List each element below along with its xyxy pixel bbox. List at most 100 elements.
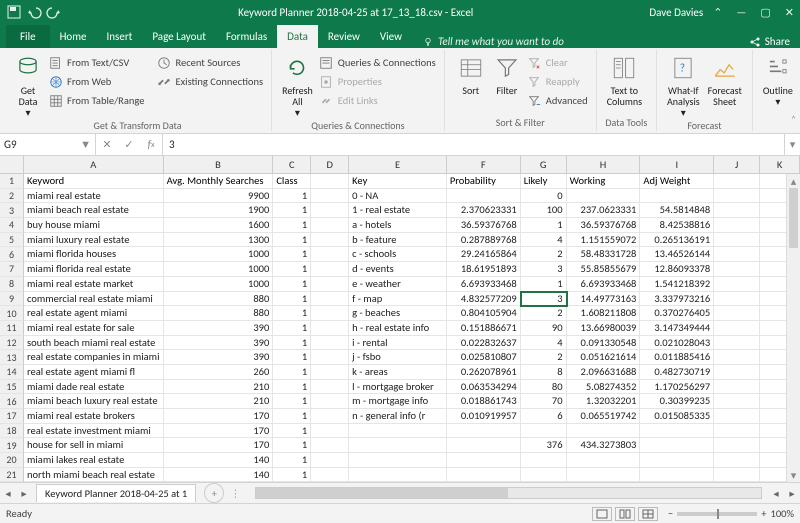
outline-button[interactable]: Outline▾ <box>759 52 797 107</box>
cell[interactable]: south beach miami real estate <box>24 336 164 351</box>
cell[interactable] <box>714 336 760 351</box>
cell[interactable]: 0.370276405 <box>640 306 714 321</box>
cell[interactable]: 1 - real estate <box>349 203 447 218</box>
cell[interactable]: 170 <box>164 409 274 424</box>
tell-me[interactable]: Tell me what you want to do <box>412 35 739 48</box>
cell[interactable] <box>311 350 349 365</box>
undo-icon[interactable] <box>26 4 42 20</box>
cell[interactable] <box>447 453 521 468</box>
tab-formulas[interactable]: Formulas <box>216 25 277 48</box>
cell[interactable] <box>521 453 567 468</box>
cell[interactable]: h - real estate info <box>349 321 447 336</box>
cell[interactable]: Key <box>349 174 447 189</box>
cell[interactable]: 1 <box>273 262 311 277</box>
cell[interactable]: 1 <box>273 203 311 218</box>
cell[interactable]: north miami beach real estate <box>24 468 164 482</box>
cell[interactable] <box>311 189 349 204</box>
cell[interactable]: 0 - NA <box>349 189 447 204</box>
cell[interactable] <box>714 218 760 233</box>
reapply-button[interactable]: Reapply <box>525 73 590 90</box>
cell[interactable]: 140 <box>164 453 274 468</box>
from-table-button[interactable]: From Table/Range <box>46 92 146 109</box>
cell[interactable]: 2.096631688 <box>567 365 641 380</box>
cell[interactable]: 0.091330548 <box>567 336 641 351</box>
cell[interactable]: 80 <box>521 380 567 395</box>
filter-button[interactable]: Filter <box>489 52 525 96</box>
cell[interactable]: 1 <box>273 233 311 248</box>
row-header[interactable]: 20 <box>0 453 24 468</box>
cell[interactable] <box>349 468 447 482</box>
row-header[interactable]: 21 <box>0 468 24 482</box>
page-layout-view-icon[interactable] <box>615 507 635 521</box>
cell[interactable]: 12.86093378 <box>640 262 714 277</box>
cell[interactable]: 55.85855679 <box>567 262 641 277</box>
cell[interactable]: 1.32032201 <box>567 394 641 409</box>
tab-home[interactable]: Home <box>50 25 97 48</box>
cell[interactable]: Class <box>273 174 311 189</box>
cell[interactable]: 170 <box>164 438 274 453</box>
cell[interactable]: 6.693933468 <box>447 277 521 292</box>
cell[interactable]: 0.482730719 <box>640 365 714 380</box>
cell[interactable]: f - map <box>349 292 447 307</box>
cell[interactable] <box>714 468 760 482</box>
cell[interactable] <box>311 336 349 351</box>
cell[interactable]: 1 <box>273 394 311 409</box>
cell[interactable]: 1900 <box>164 203 274 218</box>
tab-view[interactable]: View <box>370 25 412 48</box>
cell[interactable] <box>349 453 447 468</box>
cell[interactable]: 0.025810807 <box>447 350 521 365</box>
cell[interactable] <box>714 409 760 424</box>
row-header[interactable]: 3 <box>0 203 24 218</box>
cell[interactable]: b - feature <box>349 233 447 248</box>
cell[interactable]: 4 <box>521 233 567 248</box>
cell[interactable]: 29.24165864 <box>447 247 521 262</box>
queries-connections-button[interactable]: Queries & Connections <box>317 54 438 71</box>
cell[interactable]: 210 <box>164 380 274 395</box>
cell[interactable]: 3 <box>521 262 567 277</box>
cell[interactable]: 2 <box>521 247 567 262</box>
cell[interactable]: 5.08274352 <box>567 380 641 395</box>
advanced-filter-button[interactable]: Advanced <box>525 92 590 109</box>
cell[interactable] <box>349 424 447 439</box>
cell[interactable]: 0.151886671 <box>447 321 521 336</box>
tab-file[interactable]: File <box>6 25 50 48</box>
cell[interactable] <box>714 189 760 204</box>
cell[interactable]: 1 <box>273 350 311 365</box>
cell[interactable] <box>714 233 760 248</box>
tab-data[interactable]: Data <box>277 25 318 48</box>
tab-pagelayout[interactable]: Page Layout <box>142 25 216 48</box>
cell[interactable]: 1 <box>273 409 311 424</box>
cell[interactable]: 390 <box>164 336 274 351</box>
cell[interactable]: 0.065519742 <box>567 409 641 424</box>
cell[interactable]: 54.5814848 <box>640 203 714 218</box>
column-header[interactable]: K <box>760 156 800 174</box>
cell[interactable]: 1 <box>273 336 311 351</box>
cell[interactable]: commercial real estate miami <box>24 292 164 307</box>
cell[interactable]: 6.693933468 <box>567 277 641 292</box>
cell[interactable]: 1000 <box>164 262 274 277</box>
cell[interactable] <box>447 189 521 204</box>
cell[interactable]: miami lakes real estate <box>24 453 164 468</box>
cell[interactable]: 1 <box>273 292 311 307</box>
clear-filter-button[interactable]: Clear <box>525 54 590 71</box>
cell[interactable]: 36.59376768 <box>567 218 641 233</box>
cell[interactable]: real estate companies in miami <box>24 350 164 365</box>
cell[interactable] <box>714 292 760 307</box>
cell[interactable]: c - schools <box>349 247 447 262</box>
row-header[interactable]: 8 <box>0 277 24 292</box>
cancel-formula-icon[interactable]: ✕ <box>96 138 118 151</box>
cell[interactable] <box>567 468 641 482</box>
sort-button[interactable]: Sort <box>453 52 489 96</box>
cell[interactable]: 0.015085335 <box>640 409 714 424</box>
row-header[interactable]: 2 <box>0 189 24 204</box>
cell[interactable]: real estate investment miami <box>24 424 164 439</box>
cell[interactable] <box>311 380 349 395</box>
cell[interactable]: 0.262078961 <box>447 365 521 380</box>
cell[interactable]: d - events <box>349 262 447 277</box>
cell[interactable]: 0.011885416 <box>640 350 714 365</box>
column-header[interactable]: F <box>447 156 521 174</box>
cell[interactable]: 3.147349444 <box>640 321 714 336</box>
cell[interactable]: 1 <box>273 424 311 439</box>
cell[interactable]: real estate agent miami fl <box>24 365 164 380</box>
cell[interactable]: 260 <box>164 365 274 380</box>
